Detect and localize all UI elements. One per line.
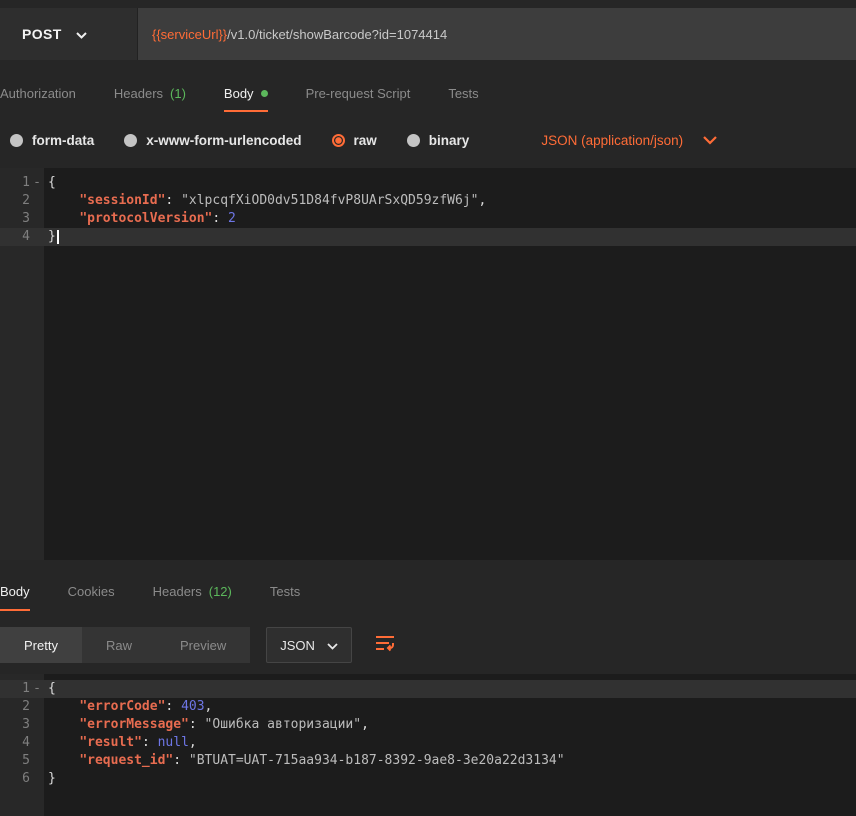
code-line-1: 1-{ [0, 680, 856, 698]
gap [0, 560, 856, 574]
content-type-label: JSON (application/json) [541, 132, 684, 148]
tab-count: (1) [170, 85, 186, 101]
chevron-down-icon [327, 638, 338, 653]
code-line-6: 6} [22, 771, 56, 786]
code-line-2: 2 "errorCode": 403, [22, 699, 213, 714]
top-gap [0, 0, 856, 8]
response-tab-body[interactable]: Body [0, 574, 30, 611]
tab-body[interactable]: Body [223, 76, 268, 112]
code-line-4: 4} [0, 228, 856, 246]
gap [0, 60, 856, 76]
response-format-dropdown[interactable]: JSON [266, 627, 352, 663]
tab-tests[interactable]: Tests [448, 76, 478, 112]
tab-label: Tests [448, 85, 479, 101]
url-path: /v1.0/ticket/showBarcode?id=1074414 [227, 26, 448, 42]
radio-icon [124, 133, 138, 147]
format-label: JSON [280, 637, 315, 653]
response-tabs: Body Cookies Headers (12) Tests [0, 574, 856, 611]
tab-label: Tests [269, 584, 301, 599]
method-label: POST [22, 26, 62, 42]
response-tab-tests[interactable]: Tests [270, 574, 300, 611]
code-line-4: 4 "result": null, [22, 735, 197, 750]
method-dropdown[interactable]: POST [0, 8, 138, 60]
tab-label: Body [0, 584, 30, 599]
wrap-lines-icon [374, 633, 396, 658]
tab-label: Cookies [67, 584, 115, 599]
view-mode-switch: Pretty Raw Preview [0, 627, 251, 663]
tab-label: Body [223, 85, 254, 101]
gap [0, 663, 856, 674]
radio-form-data[interactable]: form-data [10, 133, 94, 148]
url-input[interactable]: {{serviceUrl}}/v1.0/ticket/showBarcode?i… [138, 8, 856, 60]
gap [0, 611, 856, 627]
response-body-viewer[interactable]: 1-{2 "errorCode": 403, 3 "errorMessage": … [0, 674, 856, 816]
chevron-down-icon [703, 133, 717, 148]
view-mode-preview[interactable]: Preview [156, 627, 250, 663]
segment-label: Raw [105, 637, 132, 653]
text-cursor [56, 229, 59, 244]
response-tab-cookies[interactable]: Cookies [68, 574, 115, 611]
code-line-3: 3 "protocolVersion": 2 [22, 211, 236, 226]
code-line-2: 2 "sessionId": "xlpcqfXiOD0dv51D84fvP8UA… [22, 193, 487, 208]
response-toolbar: Pretty Raw Preview JSON [0, 627, 856, 663]
code-line-5: 5 "request_id": "BTUAT=UAT-715aa934-b187… [22, 753, 565, 768]
code-line-3: 3 "errorMessage": "Ошибка авторизации", [22, 717, 369, 732]
tab-pre-request-script[interactable]: Pre-request Script [306, 76, 411, 112]
view-mode-raw[interactable]: Raw [82, 627, 156, 663]
response-tab-headers[interactable]: Headers (12) [153, 574, 232, 611]
postman-window: POST {{serviceUrl}}/v1.0/ticket/showBarc… [0, 0, 856, 816]
tab-label: Headers [152, 584, 202, 599]
tab-label: Headers [113, 85, 164, 101]
radio-raw[interactable]: raw [331, 132, 377, 148]
view-mode-pretty[interactable]: Pretty [0, 627, 82, 663]
chevron-down-icon [76, 26, 87, 42]
radio-icon [406, 133, 420, 147]
radio-label: form-data [32, 132, 95, 148]
request-tabs: Authorization Headers (1) Body Pre-reque… [0, 76, 856, 112]
green-dot-icon [260, 89, 268, 97]
radio-binary[interactable]: binary [406, 132, 470, 148]
tab-label: Authorization [0, 85, 76, 101]
code-line-1: 1-{ [22, 175, 56, 190]
tab-count: (12) [208, 584, 232, 599]
tab-headers[interactable]: Headers (1) [114, 76, 186, 112]
radio-selected-icon [331, 133, 345, 147]
wrap-lines-button[interactable] [368, 627, 402, 663]
radio-label: binary [428, 132, 470, 148]
request-url-bar: POST {{serviceUrl}}/v1.0/ticket/showBarc… [0, 8, 856, 60]
radio-label: x-www-form-urlencoded [146, 132, 302, 148]
segment-label: Preview [179, 637, 227, 653]
segment-label: Pretty [24, 637, 58, 653]
content-type-dropdown[interactable]: JSON (application/json) [541, 133, 717, 148]
body-mode-row: form-data x-www-form-urlencoded raw bina… [0, 112, 856, 168]
radio-label: raw [353, 132, 377, 148]
tab-authorization[interactable]: Authorization [0, 76, 76, 112]
request-body-editor[interactable]: 1-{ 2 "sessionId": "xlpcqfXiOD0dv51D84fvP… [0, 168, 856, 560]
radio-x-www-form-urlencoded[interactable]: x-www-form-urlencoded [124, 132, 302, 148]
url-env-variable: {{serviceUrl}} [152, 26, 228, 42]
radio-icon [10, 133, 23, 147]
tab-label: Pre-request Script [305, 85, 411, 101]
